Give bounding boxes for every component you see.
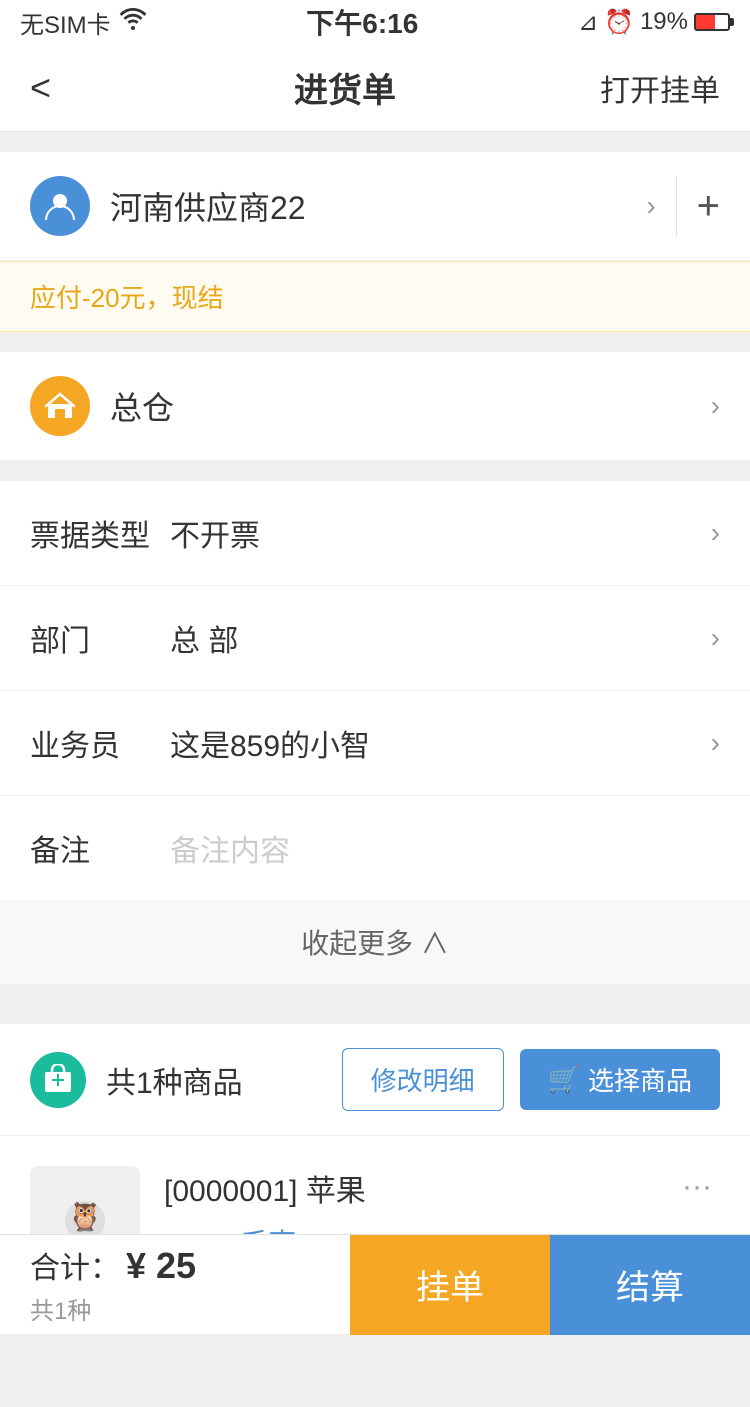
dept-row[interactable]: 部门 总 部 › (0, 585, 750, 690)
salesman-row[interactable]: 业务员 这是859的小智 › (0, 690, 750, 795)
total-amount: ¥ 25 (126, 1245, 196, 1287)
supplier-row[interactable]: 河南供应商22 › + (0, 152, 750, 261)
remark-row[interactable]: 备注 备注内容 (0, 795, 750, 900)
total-count: 共1种 (30, 1291, 320, 1326)
invoice-type-value: 不开票 (170, 511, 711, 555)
section-divider-2 (0, 332, 750, 352)
warehouse-chevron-icon: › (711, 390, 720, 422)
open-hang-button[interactable]: 打开挂单 (600, 66, 720, 110)
supplier-card: 河南供应商22 › + 应付-20元，现结 (0, 152, 750, 332)
more-options-button[interactable]: ··· (674, 1166, 720, 1208)
warehouse-row[interactable]: 总仓 › (0, 352, 750, 460)
back-button[interactable]: < (30, 67, 90, 109)
divider-vertical (676, 176, 677, 236)
status-time: 下午6:16 (306, 2, 418, 42)
battery-icon (694, 13, 730, 31)
total-label: 合计： (30, 1243, 120, 1287)
supplier-chevron-icon: › (646, 190, 655, 222)
supplier-name: 河南供应商22 (110, 183, 646, 229)
remark-placeholder: 备注内容 (170, 826, 720, 870)
location-icon: ⊿ (578, 8, 598, 37)
status-bar: 无SIM卡 下午6:16 ⊿ ⏰ 19% (0, 0, 750, 44)
battery-percent: 19% (640, 8, 688, 36)
bottom-bar: 合计： ¥ 25 共1种 挂单 结算 (0, 1234, 750, 1334)
product-count: 共1种商品 (106, 1058, 342, 1102)
dept-chevron-icon: › (711, 622, 720, 654)
add-button[interactable]: + (697, 184, 720, 229)
invoice-type-row[interactable]: 票据类型 不开票 › (0, 480, 750, 585)
form-card: 票据类型 不开票 › 部门 总 部 › 业务员 这是859的小智 › 备注 备注… (0, 480, 750, 900)
product-icon (30, 1052, 86, 1108)
dept-value: 总 部 (170, 616, 711, 660)
cart-icon: 🛒 (548, 1064, 580, 1095)
warehouse-card: 总仓 › (0, 352, 750, 460)
salesman-chevron-icon: › (711, 727, 720, 759)
edit-detail-button[interactable]: 修改明细 (342, 1048, 504, 1111)
status-left: 无SIM卡 (20, 5, 147, 40)
collapse-row[interactable]: 收起更多 ∧ (0, 900, 750, 984)
alarm-icon: ⏰ (604, 8, 634, 37)
invoice-chevron-icon: › (711, 517, 720, 549)
section-divider-1 (0, 132, 750, 152)
carrier-text: 无SIM卡 (20, 5, 111, 40)
warehouse-name: 总仓 (110, 383, 711, 429)
product-name-text: 苹果 (306, 1175, 366, 1208)
product-header: 共1种商品 修改明细 🛒 选择商品 (0, 1024, 750, 1136)
section-divider-3 (0, 460, 750, 480)
page-title: 进货单 (294, 63, 396, 112)
hang-button[interactable]: 挂单 (350, 1235, 550, 1335)
supplier-avatar (30, 176, 90, 236)
svg-text:🦉: 🦉 (68, 1201, 103, 1233)
invoice-type-label: 票据类型 (30, 511, 170, 555)
salesman-label: 业务员 (30, 721, 170, 765)
product-name: [0000001] 苹果 (164, 1166, 674, 1210)
nav-bar: < 进货单 打开挂单 (0, 44, 750, 132)
dept-label: 部门 (30, 616, 170, 660)
section-divider-4 (0, 984, 750, 1004)
salesman-value: 这是859的小智 (170, 721, 711, 765)
collapse-label: 收起更多 ∧ (301, 922, 449, 962)
status-right: ⊿ ⏰ 19% (578, 8, 730, 37)
total-area: 合计： ¥ 25 共1种 (0, 1243, 350, 1326)
wifi-icon (119, 8, 147, 37)
checkout-button[interactable]: 结算 (550, 1235, 750, 1335)
remark-label: 备注 (30, 826, 170, 870)
select-product-button[interactable]: 🛒 选择商品 (520, 1049, 720, 1110)
notice-bar: 应付-20元，现结 (0, 261, 750, 332)
select-product-label: 选择商品 (588, 1061, 692, 1098)
warehouse-icon (30, 376, 90, 436)
product-code: [0000001] (164, 1175, 297, 1208)
